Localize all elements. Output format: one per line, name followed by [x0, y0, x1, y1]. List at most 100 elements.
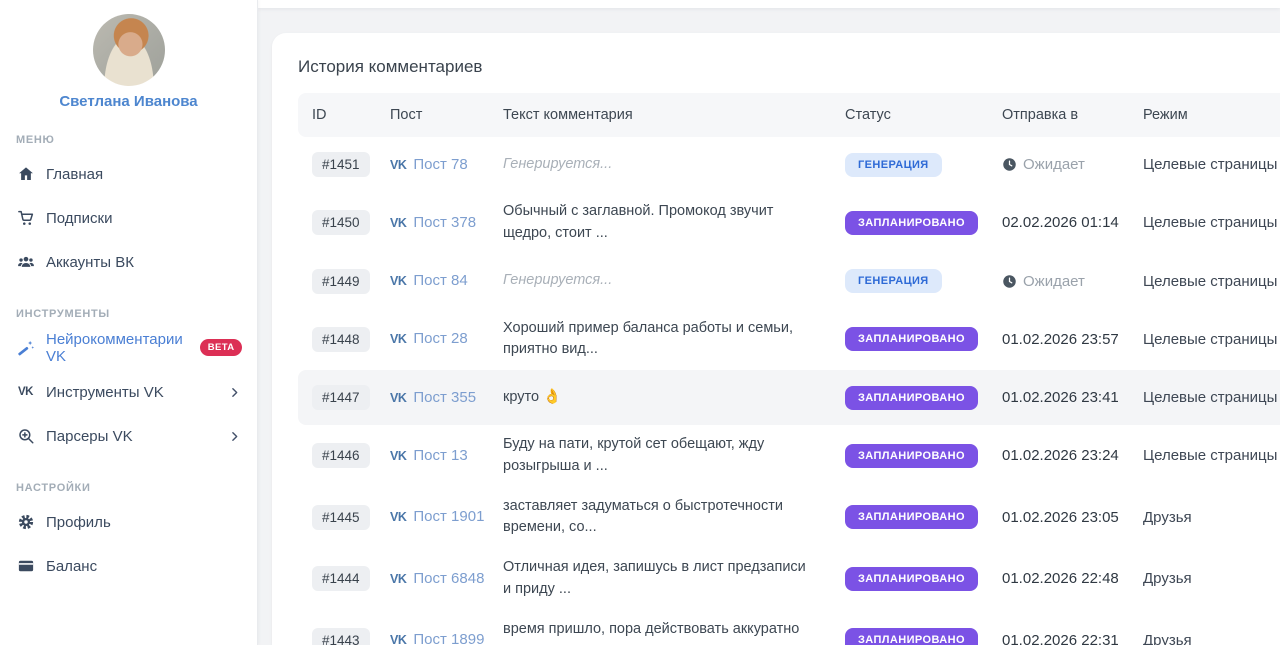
- magic-wand-icon: [16, 339, 35, 358]
- post-link[interactable]: Пост 378: [390, 214, 476, 231]
- post-link-label: Пост 1899: [413, 631, 485, 645]
- row-id-badge: #1447: [312, 385, 370, 410]
- status-badge: ЗАПЛАНИРОВАНО: [845, 628, 978, 645]
- mode-cell: Друзья: [1143, 631, 1192, 645]
- table-row: #1443 Пост 1899 время пришло, пора дейст…: [298, 610, 1280, 645]
- post-link[interactable]: Пост 1899: [390, 631, 484, 645]
- table-body: #1451 Пост 78 Генерируется... ГЕНЕРАЦИЯ …: [298, 137, 1280, 645]
- post-link-label: Пост 1901: [413, 508, 485, 526]
- send-time-label: 01.02.2026 22:31: [1002, 631, 1119, 645]
- send-time-label: 01.02.2026 23:57: [1002, 330, 1119, 348]
- post-link[interactable]: Пост 84: [390, 272, 467, 289]
- users-icon: [16, 253, 35, 272]
- post-link[interactable]: Пост 13: [390, 446, 468, 464]
- status-badge: ЗАПЛАНИРОВАНО: [845, 443, 978, 468]
- sidebar-item-balance[interactable]: Баланс: [0, 544, 257, 588]
- row-id-badge: #1449: [312, 268, 370, 294]
- comment-text: Обычный с заглавной. Промокод звучит щед…: [503, 203, 774, 241]
- post-link-label: Пост 355: [413, 388, 477, 406]
- post-link[interactable]: Пост 6848: [390, 570, 484, 587]
- sidebar-item-neurocomments-vk[interactable]: Нейрокомментарии VK BETA: [0, 326, 257, 370]
- comment-text: Генерируется...: [503, 272, 613, 289]
- vk-icon: [390, 330, 406, 347]
- mode-cell: Друзья: [1143, 508, 1192, 526]
- sidebar-item-label: Баланс: [46, 557, 98, 575]
- sidebar: Светлана Иванова МЕНЮ Главная Подписки А…: [0, 0, 258, 645]
- send-time-cell: 01.02.2026 22:48: [1002, 570, 1143, 587]
- status-badge: ЗАПЛАНИРОВАНО: [845, 327, 978, 352]
- column-header-mode: Режим: [1143, 107, 1188, 123]
- send-time-cell: Ожидает: [1002, 273, 1143, 290]
- vk-icon: [390, 214, 406, 231]
- row-id-badge: #1445: [312, 504, 370, 530]
- sidebar-item-home[interactable]: Главная: [0, 152, 257, 196]
- sidebar-item-label: Профиль: [46, 513, 111, 531]
- section-label-tools: ИНСТРУМЕНТЫ: [16, 308, 110, 320]
- post-link[interactable]: Пост 78: [390, 155, 468, 173]
- table-row: #1444 Пост 6848 Отличная идея, запишусь …: [298, 548, 1280, 610]
- post-link-label: Пост 378: [413, 213, 477, 231]
- column-header-post: Пост: [390, 107, 423, 123]
- avatar[interactable]: [92, 14, 165, 86]
- row-id-badge: #1451: [312, 152, 370, 177]
- chevron-right-icon: [228, 386, 241, 399]
- sidebar-item-subscriptions[interactable]: Подписки: [0, 196, 257, 240]
- user-name-link[interactable]: Светлана Иванова: [0, 93, 257, 110]
- row-id-badge: #1450: [312, 210, 370, 236]
- status-badge: ЗАПЛАНИРОВАНО: [845, 385, 978, 410]
- vk-icon: [390, 508, 406, 525]
- post-link-label: Пост 13: [413, 446, 468, 464]
- vk-icon: [390, 447, 406, 464]
- send-time-cell: Ожидает: [1002, 156, 1143, 173]
- top-bar: [258, 0, 1280, 8]
- row-id-badge: #1448: [312, 326, 370, 352]
- sidebar-item-label: Парсеры VK: [46, 427, 133, 445]
- send-time-cell: 01.02.2026 23:24: [1002, 447, 1143, 464]
- main-area: История комментариев ID Пост Текст комме…: [258, 0, 1280, 645]
- cart-icon: [16, 209, 35, 228]
- mode-cell: Целевые страницы: [1143, 447, 1278, 465]
- gear-icon: [16, 513, 35, 532]
- table-row: #1448 Пост 28 Хороший пример баланса раб…: [298, 309, 1280, 371]
- post-link[interactable]: Пост 1901: [390, 508, 484, 525]
- mode-cell: Целевые страницы: [1143, 330, 1278, 348]
- status-badge: ГЕНЕРАЦИЯ: [845, 269, 942, 293]
- sidebar-item-label: Подписки: [46, 209, 113, 227]
- mode-cell: Целевые страницы: [1143, 272, 1278, 290]
- vk-icon: [16, 383, 35, 402]
- wallet-icon: [16, 557, 35, 576]
- post-link-label: Пост 6848: [413, 569, 485, 587]
- column-header-sent: Отправка в: [1002, 107, 1079, 123]
- sidebar-item-vk-accounts[interactable]: Аккаунты ВК: [0, 240, 257, 284]
- send-time-cell: 01.02.2026 23:41: [1002, 389, 1143, 406]
- status-badge: ЗАПЛАНИРОВАНО: [845, 505, 978, 530]
- page-title: История комментариев: [298, 57, 483, 76]
- post-link[interactable]: Пост 355: [390, 389, 476, 406]
- post-link[interactable]: Пост 28: [390, 330, 468, 348]
- sidebar-item-vk-parsers[interactable]: Парсеры VK: [0, 414, 257, 458]
- post-link-label: Пост 28: [413, 330, 468, 348]
- table-header: ID Пост Текст комментария Статус Отправк…: [298, 93, 1280, 137]
- comment-text: Буду на пати, крутой сет обещают, жду ро…: [503, 436, 765, 474]
- vk-icon: [390, 631, 406, 645]
- send-time-label: Ожидает: [1023, 156, 1085, 173]
- table-row: #1449 Пост 84 Генерируется... ГЕНЕРАЦИЯ …: [298, 254, 1280, 309]
- comment-text: круто 👌: [503, 388, 562, 405]
- column-header-text: Текст комментария: [503, 107, 633, 123]
- table-row: #1447 Пост 355 круто 👌 ЗАПЛАНИРОВАНО 01.…: [298, 370, 1280, 425]
- mode-cell: Целевые страницы: [1143, 156, 1278, 173]
- sidebar-item-profile[interactable]: Профиль: [0, 500, 257, 544]
- send-time-cell: 01.02.2026 23:05: [1002, 509, 1143, 526]
- sidebar-item-vk-tools[interactable]: Инструменты VK: [0, 370, 257, 414]
- row-id-badge: #1443: [312, 627, 370, 645]
- chevron-right-icon: [228, 430, 241, 443]
- send-time-label: 01.02.2026 23:24: [1002, 447, 1119, 465]
- vk-icon: [390, 389, 406, 406]
- status-badge: ГЕНЕРАЦИЯ: [845, 152, 942, 177]
- vk-icon: [390, 156, 406, 173]
- post-link-label: Пост 78: [413, 155, 468, 173]
- table-row: #1450 Пост 378 Обычный с заглавной. Пром…: [298, 192, 1280, 254]
- mode-cell: Целевые страницы: [1143, 214, 1278, 232]
- beta-badge: BETA: [199, 338, 243, 356]
- send-time-cell: 01.02.2026 22:31: [1002, 632, 1143, 645]
